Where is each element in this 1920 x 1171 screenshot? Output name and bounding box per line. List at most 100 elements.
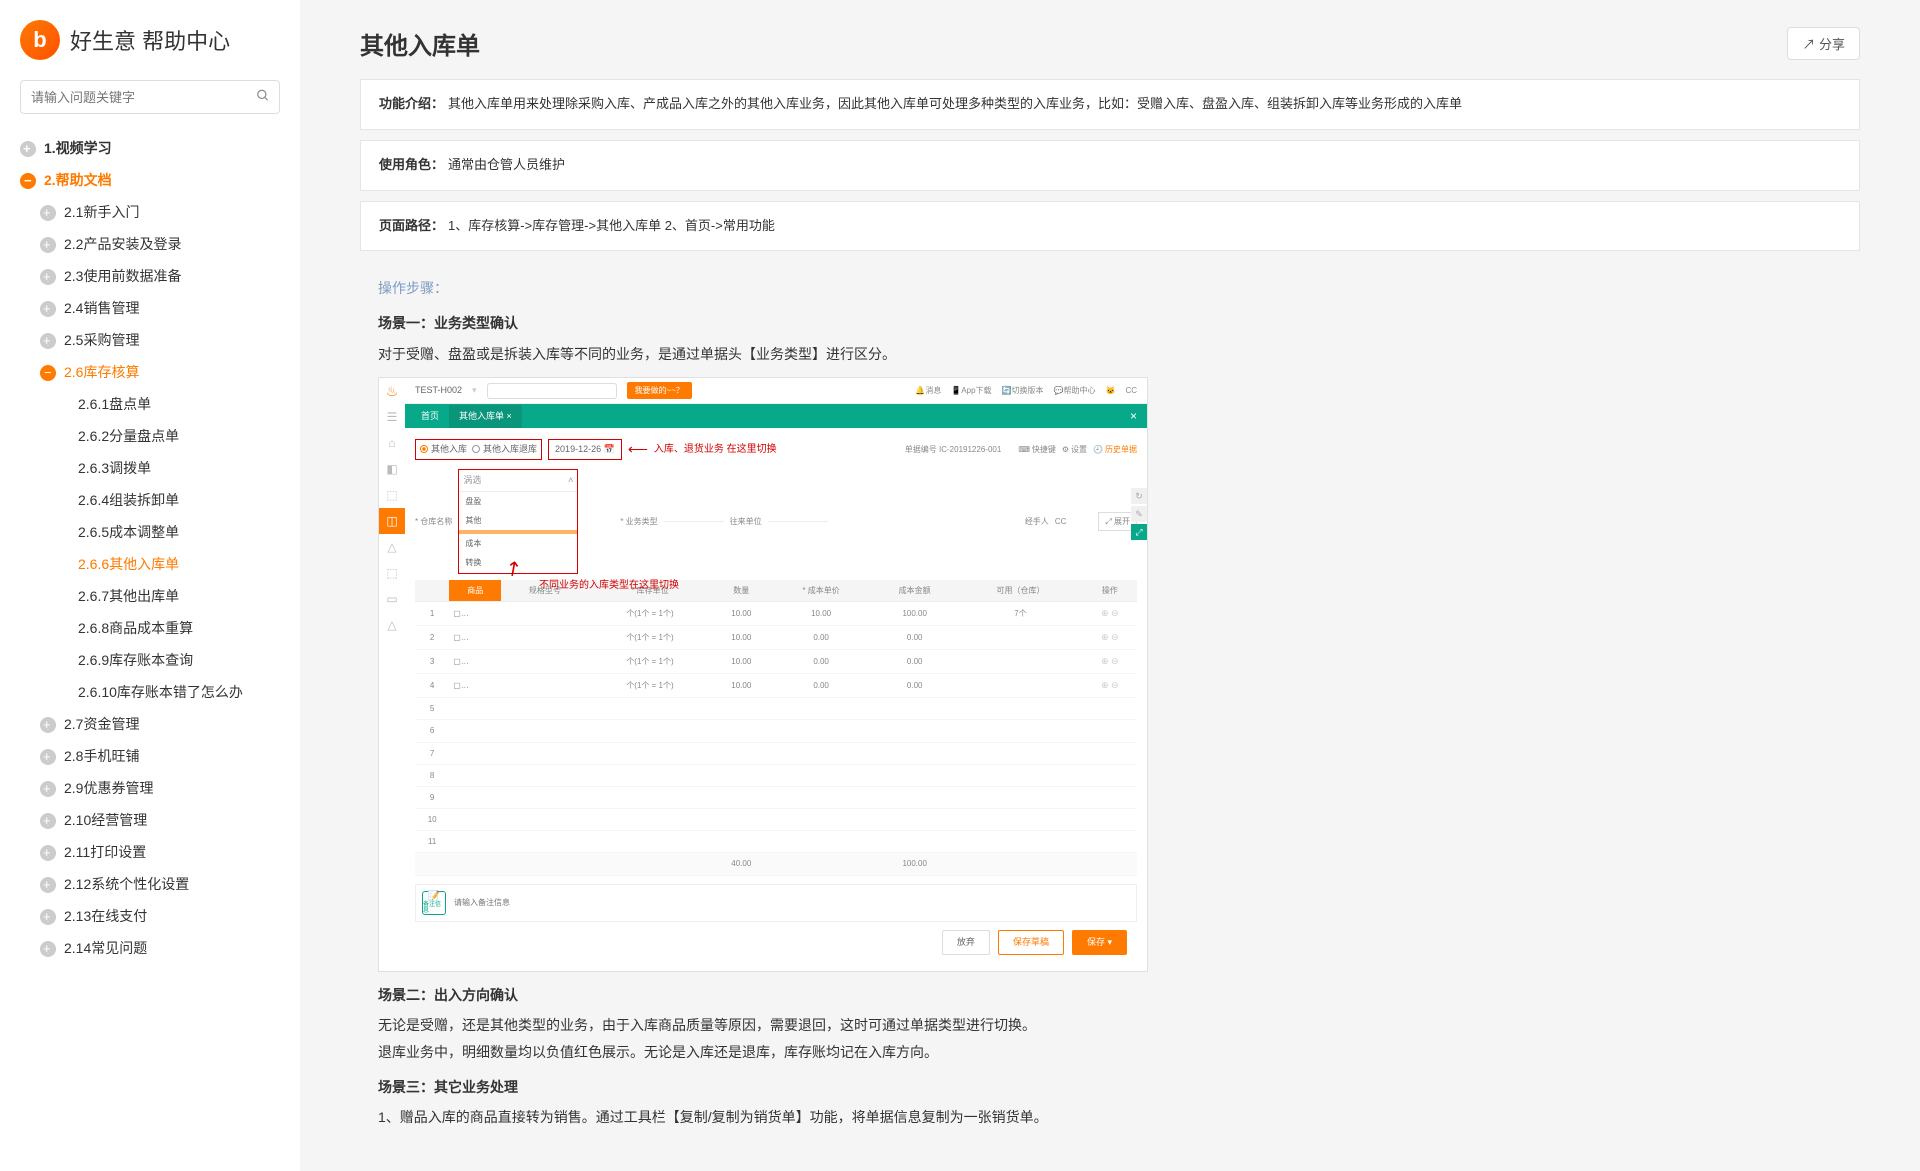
plus-icon (40, 301, 56, 317)
plus-icon (40, 941, 56, 957)
nav-item-2-6-8[interactable]: 2.6.8商品成本重算 (20, 612, 280, 644)
plus-icon (40, 749, 56, 765)
ss-callout-1: 入库、退货业务 在这里切换 (654, 440, 777, 459)
ss-arrow-icon: ⟵ (628, 436, 648, 463)
ss-save-button: 保存 ▾ (1072, 930, 1127, 955)
share-button[interactable]: ↗ 分享 (1787, 27, 1860, 60)
nav-item-2-6-3[interactable]: 2.6.3调拨单 (20, 452, 280, 484)
nav-item-2-14[interactable]: 2.14常见问题 (20, 932, 280, 964)
ss-topbar: TEST-H002 ▾ 我要做的~~？ 🔔消息 📱App下载 🔄切换版本 💬帮助… (405, 378, 1147, 404)
nav-item-2-9[interactable]: 2.9优惠券管理 (20, 772, 280, 804)
nav-item-2-6-1[interactable]: 2.6.1盘点单 (20, 388, 280, 420)
ss-history-link: 🕘 历史单据 (1093, 442, 1137, 457)
nav-item-2-5[interactable]: 2.5采购管理 (20, 324, 280, 356)
ss-remark-icon: 📝备注信息 (422, 891, 446, 915)
ss-shortcut-link: ⌨ 快捷键 (1018, 442, 1056, 457)
ss-rail-icon: ◧ (379, 456, 405, 482)
nav-item-2-6-2[interactable]: 2.6.2分量盘点单 (20, 420, 280, 452)
title-bar: 其他入库单 ↗ 分享 (360, 26, 1860, 61)
nav-item-video[interactable]: 1.视频学习 (20, 132, 280, 164)
ss-tabs: 首页 其他入库单 × × (405, 404, 1147, 428)
ss-discard-button: 放弃 (942, 930, 990, 955)
nav-item-2-7[interactable]: 2.7资金管理 (20, 708, 280, 740)
ss-maker-value: CC (1055, 514, 1067, 529)
ss-top-button: 我要做的~~？ (627, 382, 692, 399)
scene2-p1: 无论是受赠，还是其他类型的业务，由于入库商品质量等原因，需要退回，这时可通过单据… (378, 1012, 1842, 1039)
nav-item-2-4[interactable]: 2.4销售管理 (20, 292, 280, 324)
ss-rail-icon: ▭ (379, 586, 405, 612)
nav-item-docs[interactable]: 2.帮助文档 (20, 164, 280, 196)
minus-icon (40, 365, 56, 381)
ss-party-label: 往来单位 (730, 514, 762, 529)
path-text: 1、库存核算->库存管理->其他入库单 2、首页->常用功能 (448, 218, 775, 233)
ss-rr-icon: ⤢ (1131, 524, 1147, 540)
ss-tab-doc: 其他入库单 × (449, 405, 522, 428)
plus-icon (40, 877, 56, 893)
main-content: 其他入库单 ↗ 分享 功能介绍：其他入库单用来处理除采购入库、产成品入库之外的其… (300, 0, 1920, 1171)
nav-item-2-1[interactable]: 2.1新手入门 (20, 196, 280, 228)
search-input[interactable] (20, 80, 280, 114)
ss-biztype-dropdown: 涡选˄ 盘盈 其他 成本 转换 (458, 469, 578, 574)
ss-rail-icon: ⬚ (379, 560, 405, 586)
ss-tab-home: 首页 (411, 405, 449, 428)
ss-rail-icon: △ (379, 534, 405, 560)
article-body: 操作步骤： 场景一：业务类型确认 对于受赠、盘盈或是拆装入库等不同的业务，是通过… (360, 261, 1860, 1144)
ss-remark: 📝备注信息 (415, 884, 1137, 922)
scene1-text: 对于受赠、盘盈或是拆装入库等不同的业务，是通过单据头【业务类型】进行区分。 (378, 341, 1842, 368)
ss-radio-icon (472, 445, 480, 453)
search-icon[interactable] (256, 89, 270, 106)
scene3-p1: 1、赠品入库的商品直接转为销售。通过工具栏【复制/复制为销货单】功能，将单据信息… (378, 1104, 1842, 1131)
ss-app-link: 📱App下载 (951, 383, 991, 398)
ss-switch-link: 🔄切换版本 (1002, 383, 1044, 398)
nav-item-2-8[interactable]: 2.8手机旺铺 (20, 740, 280, 772)
ss-logo-icon: ♨ (379, 378, 405, 404)
nav-item-2-6-10[interactable]: 2.6.10库存账本错了怎么办 (20, 676, 280, 708)
plus-icon (40, 237, 56, 253)
ss-radio-on-icon (420, 445, 428, 453)
nav-item-2-6[interactable]: 2.6库存核算 (20, 356, 280, 388)
plus-icon (40, 333, 56, 349)
ss-date-box: 2019-12-26 📅 (548, 439, 622, 460)
nav-item-2-10[interactable]: 2.10经营管理 (20, 804, 280, 836)
nav-item-2-6-6[interactable]: 2.6.6其他入库单 (20, 548, 280, 580)
ss-doctype-box: 其他入库 其他入库退库 (415, 439, 542, 460)
nav-item-2-13[interactable]: 2.13在线支付 (20, 900, 280, 932)
nav-item-2-11[interactable]: 2.11打印设置 (20, 836, 280, 868)
role-box: 使用角色：通常由仓管人员维护 (360, 140, 1860, 191)
nav-item-2-6-9[interactable]: 2.6.9库存账本查询 (20, 644, 280, 676)
search-box (20, 80, 280, 114)
intro-label: 功能介绍： (379, 96, 444, 111)
ss-right-rail: ↻ ✎ ⤢ (1131, 488, 1147, 542)
minus-icon (20, 173, 36, 189)
plus-icon (40, 269, 56, 285)
nav-item-2-6-7[interactable]: 2.6.7其他出库单 (20, 580, 280, 612)
ss-account: TEST-H002 (415, 382, 462, 399)
ss-help-link: 💬帮助中心 (1054, 383, 1096, 398)
ss-rail-icon: △ (379, 612, 405, 638)
ss-footer: 放弃 保存草稿 保存 ▾ (415, 922, 1137, 963)
ss-left-rail: ♨ ☰ ⌂ ◧ ⬚ ◫ △ ⬚ ▭ △ (379, 378, 405, 971)
nav-item-2-12[interactable]: 2.12系统个性化设置 (20, 868, 280, 900)
ss-rail-icon: ⌂ (379, 430, 405, 456)
plus-icon (40, 813, 56, 829)
sidebar: b 好生意 帮助中心 1.视频学习 2.帮助文档 2.1新手入门 2.2产品安装… (0, 0, 300, 1171)
scene2-p2: 退库业务中，明细数量均以负值红色展示。无论是入库还是退库，库存账均记在入库方向。 (378, 1039, 1842, 1066)
path-label: 页面路径： (379, 218, 444, 233)
ss-docno: 单据编号 IC-20191226-001 (905, 442, 1002, 457)
plus-icon (40, 781, 56, 797)
nav-item-2-6-4[interactable]: 2.6.4组装拆卸单 (20, 484, 280, 516)
scene3-label: 场景三：其它业务处理 (378, 1074, 1842, 1101)
plus-icon (40, 205, 56, 221)
ss-draft-button: 保存草稿 (998, 930, 1064, 955)
ss-avatar-icon: 🐱 (1105, 383, 1115, 398)
ss-grid: 商品 规格型号 * 库存单位 数量 * 成本单价 成本金额 可用（仓库） 操作 … (415, 580, 1137, 876)
scene1-label: 场景一：业务类型确认 (378, 310, 1842, 337)
nav-item-2-3[interactable]: 2.3使用前数据准备 (20, 260, 280, 292)
nav-item-2-2[interactable]: 2.2产品安装及登录 (20, 228, 280, 260)
ss-username: CC (1125, 383, 1137, 398)
role-label: 使用角色： (379, 157, 444, 172)
ss-type-label: * 业务类型 (620, 514, 657, 529)
scene2-label: 场景二：出入方向确认 (378, 982, 1842, 1009)
nav-item-2-6-5[interactable]: 2.6.5成本调整单 (20, 516, 280, 548)
ss-rail-icon: ⬚ (379, 482, 405, 508)
